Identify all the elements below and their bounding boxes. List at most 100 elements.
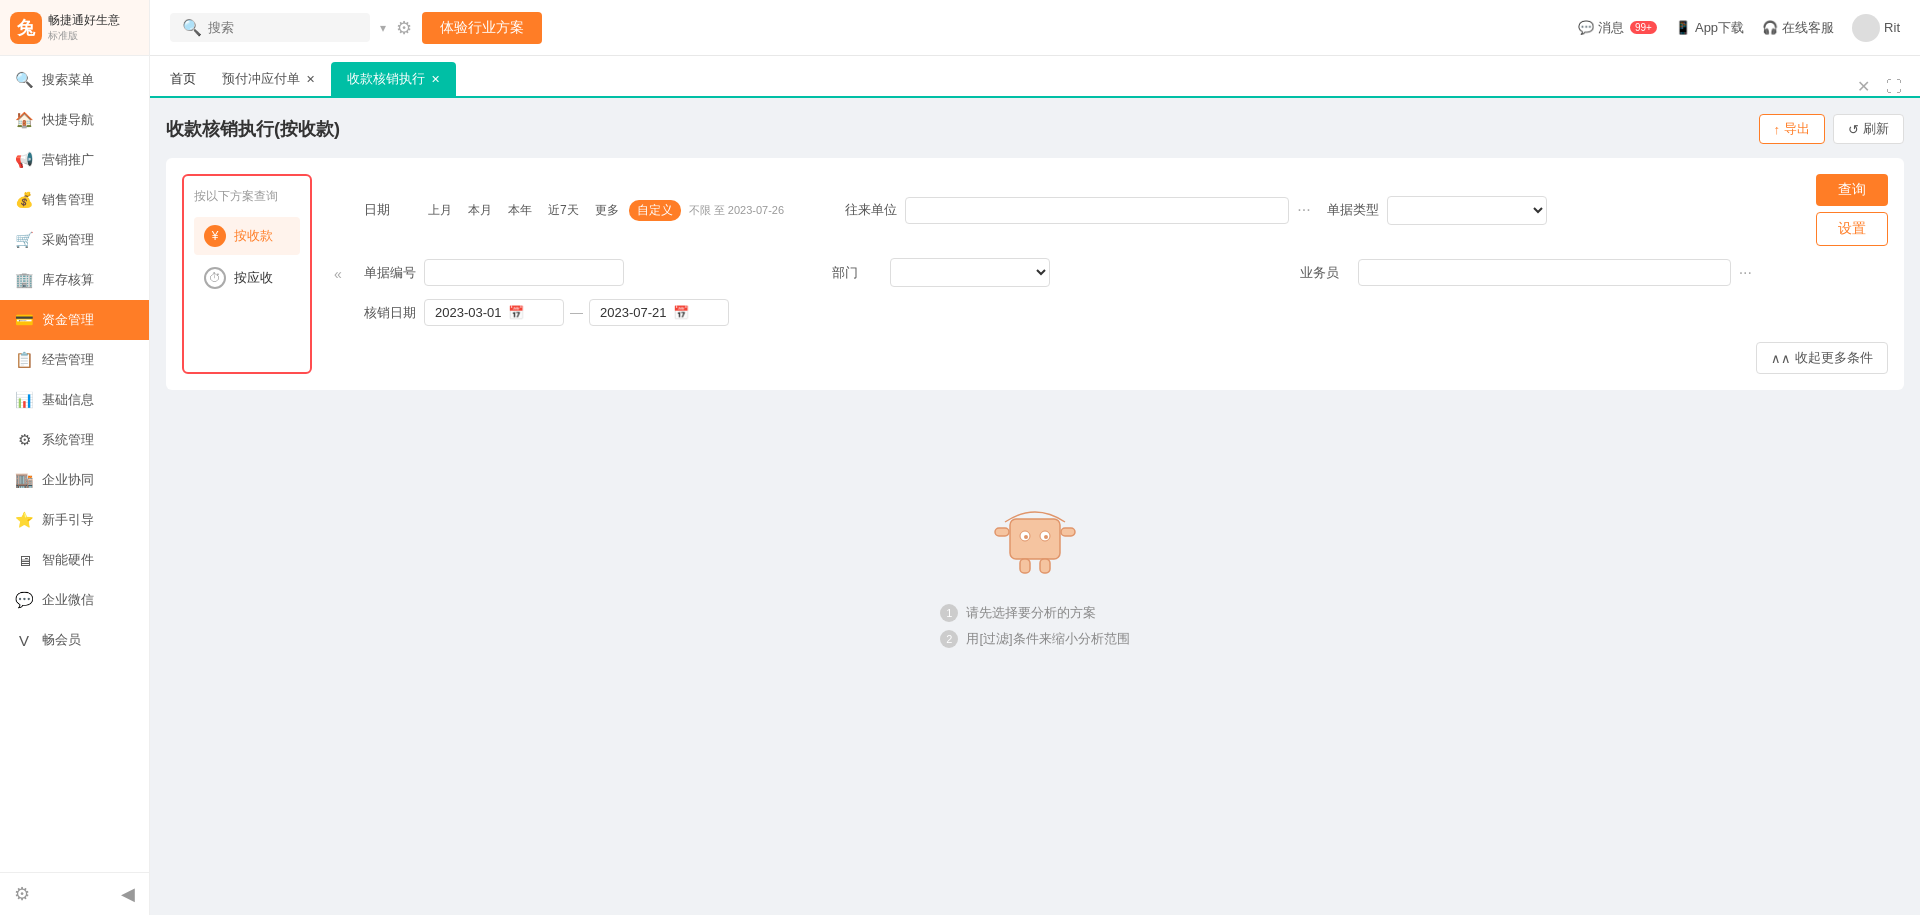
sidebar-item-member[interactable]: V畅会员 (0, 620, 149, 660)
svg-point-4 (1044, 535, 1048, 539)
svg-rect-7 (995, 528, 1009, 536)
date-tab-last-month[interactable]: 上月 (422, 200, 458, 221)
wechat-icon: 💬 (14, 590, 34, 610)
receipt-icon: ¥ (204, 225, 226, 247)
export-icon: ↑ (1774, 122, 1781, 137)
solution-button[interactable]: 体验行业方案 (422, 12, 542, 44)
export-button[interactable]: ↑ 导出 (1759, 114, 1826, 144)
refresh-icon: ↺ (1848, 122, 1859, 137)
filter-salesperson-label: 业务员 (1300, 264, 1350, 282)
empty-illustration (985, 484, 1085, 584)
svg-rect-6 (1040, 559, 1050, 573)
tab-close-receivable[interactable]: ✕ (431, 73, 440, 86)
sales-icon: 💰 (14, 190, 34, 210)
sidebar-item-inventory[interactable]: 🏢库存核算 (0, 260, 149, 300)
sidebar-item-guide[interactable]: ⭐新手引导 (0, 500, 149, 540)
basic_info-icon: 📊 (14, 390, 34, 410)
sidebar-item-wechat[interactable]: 💬企业微信 (0, 580, 149, 620)
search-input[interactable] (208, 20, 348, 35)
chevron-down-icon[interactable]: ▾ (380, 21, 386, 35)
refresh-button[interactable]: ↺ 刷新 (1833, 114, 1904, 144)
voucher-type-select[interactable] (1387, 196, 1547, 225)
department-select[interactable] (890, 258, 1050, 287)
filter-row-1: 日期 上月 本月 本年 近7天 更多 自定义 不限 至 2023-07-26 往… (364, 174, 1888, 246)
sidebar-item-basic_info[interactable]: 📊基础信息 (0, 380, 149, 420)
empty-svg (985, 484, 1085, 584)
sidebar-item-system[interactable]: ⚙系统管理 (0, 420, 149, 460)
tab-home[interactable]: 首页 (160, 62, 206, 96)
filter-option-by-receivable[interactable]: ⏱ 按应收 (194, 259, 300, 297)
tab-receivable[interactable]: 收款核销执行 ✕ (331, 62, 456, 96)
app-download-button[interactable]: 📱 App下载 (1675, 19, 1744, 37)
filter-row-2: 单据编号 部门 业务员 ··· (364, 258, 1888, 287)
marketing-icon: 📢 (14, 150, 34, 170)
avatar (1852, 14, 1880, 42)
filter-writeoff-date-label: 核销日期 (364, 304, 416, 322)
topbar-search-box[interactable]: 🔍 (170, 13, 370, 42)
filter-field-writeoff-date: 核销日期 2023-03-01 📅 — 2023-07-21 📅 (364, 299, 816, 326)
filter-field-department: 部门 (832, 258, 1284, 287)
filter-date-range: 2023-03-01 📅 — 2023-07-21 📅 (424, 299, 729, 326)
online-service-button[interactable]: 🎧 在线客服 (1762, 19, 1834, 37)
receivable-icon: ⏱ (204, 267, 226, 289)
settings-icon[interactable]: ⚙ (14, 883, 30, 905)
sidebar-item-purchase[interactable]: 🛒采购管理 (0, 220, 149, 260)
writeoff-date-end-box[interactable]: 2023-07-21 📅 (589, 299, 729, 326)
settings-button[interactable]: 设置 (1816, 212, 1888, 246)
sidebar-item-smart_hw[interactable]: 🖥智能硬件 (0, 540, 149, 580)
tip-num-1: 1 (940, 604, 958, 622)
salesperson-input[interactable] (1358, 259, 1731, 286)
tip-num-2: 2 (940, 630, 958, 648)
sidebar-item-search[interactable]: 🔍搜索菜单 (0, 60, 149, 100)
filter-option-by-receipt[interactable]: ¥ 按收款 (194, 217, 300, 255)
purchase-icon: 🛒 (14, 230, 34, 250)
download-icon: 📱 (1675, 20, 1691, 35)
writeoff-date-start-box[interactable]: 2023-03-01 📅 (424, 299, 564, 326)
filter-collapse-button[interactable]: « (328, 174, 348, 374)
member-icon: V (14, 630, 34, 650)
sidebar-item-operation[interactable]: 📋经营管理 (0, 340, 149, 380)
message-button[interactable]: 💬 消息 99+ (1578, 19, 1657, 37)
svg-rect-5 (1020, 559, 1030, 573)
date-tab-custom[interactable]: 自定义 (629, 200, 681, 221)
date-tab-last-7-days[interactable]: 近7天 (542, 200, 585, 221)
sidebar-item-capital[interactable]: 💳资金管理 (0, 300, 149, 340)
calendar-start-icon[interactable]: 📅 (508, 305, 524, 320)
collapse-more-button[interactable]: ∧∧ 收起更多条件 (1756, 342, 1888, 374)
collapse-icon[interactable]: ◀ (121, 883, 135, 905)
calendar-end-icon[interactable]: 📅 (673, 305, 689, 320)
date-tab-this-month[interactable]: 本月 (462, 200, 498, 221)
counterpart-more-icon[interactable]: ··· (1297, 201, 1310, 219)
voucher-no-input[interactable] (424, 259, 624, 286)
filter-voucher-type-label: 单据类型 (1327, 201, 1379, 219)
operation-icon: 📋 (14, 350, 34, 370)
writeoff-date-start: 2023-03-01 (435, 305, 502, 320)
filter-date-hint: 不限 至 2023-07-26 (689, 203, 784, 218)
tab-prepay[interactable]: 预付冲应付单 ✕ (206, 62, 331, 96)
gear-icon[interactable]: ⚙ (396, 17, 412, 39)
topbar-right: 💬 消息 99+ 📱 App下载 🎧 在线客服 Rit (1578, 14, 1900, 42)
filter-field-date: 日期 上月 本月 本年 近7天 更多 自定义 不限 至 2023-07-26 (364, 200, 829, 221)
sidebar-bottom: ⚙ ◀ (0, 872, 149, 915)
quick_nav-icon: 🏠 (14, 110, 34, 130)
sidebar-item-sales[interactable]: 💰销售管理 (0, 180, 149, 220)
tab-close-prepay[interactable]: ✕ (306, 73, 315, 86)
search-icon: 🔍 (14, 70, 34, 90)
message-icon: 💬 (1578, 20, 1594, 35)
sidebar-item-quick_nav[interactable]: 🏠快捷导航 (0, 100, 149, 140)
app-logo: 兔 畅捷通好生意 标准版 (0, 0, 149, 56)
date-tab-this-year[interactable]: 本年 (502, 200, 538, 221)
sidebar-item-marketing[interactable]: 📢营销推广 (0, 140, 149, 180)
filter-field-counterpart: 往来单位 ··· (845, 197, 1310, 224)
date-tab-more[interactable]: 更多 (589, 200, 625, 221)
counterpart-input[interactable] (905, 197, 1289, 224)
sidebar-item-enterprise[interactable]: 🏬企业协同 (0, 460, 149, 500)
tab-close-window-icon[interactable]: ✕ (1849, 77, 1878, 96)
tab-maximize-icon[interactable]: ⛶ (1878, 78, 1910, 96)
filter-field-voucher-no: 单据编号 (364, 259, 816, 286)
salesperson-more-icon[interactable]: ··· (1739, 264, 1752, 282)
query-button[interactable]: 查询 (1816, 174, 1888, 206)
filter-scheme-selector: 按以下方案查询 ¥ 按收款 ⏱ 按应收 (182, 174, 312, 374)
filter-form: 日期 上月 本月 本年 近7天 更多 自定义 不限 至 2023-07-26 往… (364, 174, 1888, 374)
user-profile[interactable]: Rit (1852, 14, 1900, 42)
